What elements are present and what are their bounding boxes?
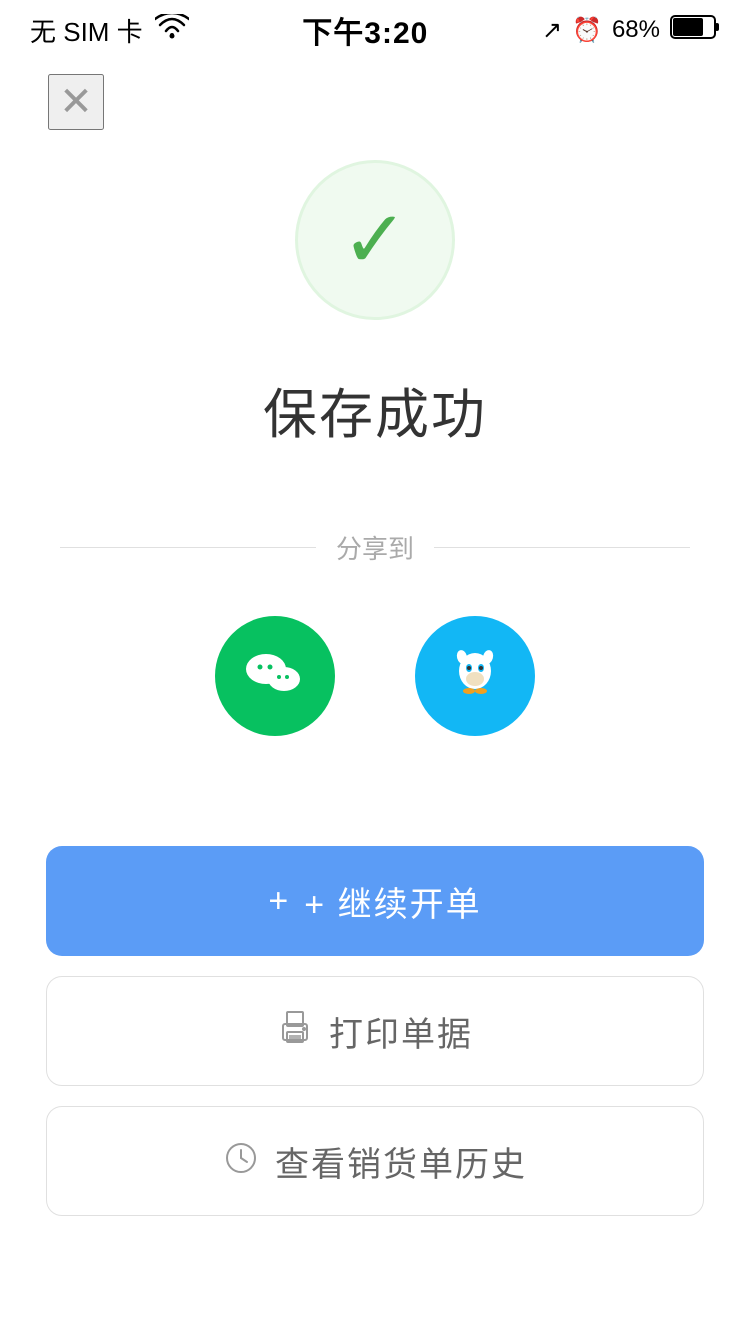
status-carrier: 无 SIM 卡 bbox=[30, 12, 189, 49]
share-label: 分享到 bbox=[336, 529, 414, 566]
alarm-icon: ⏰ bbox=[572, 16, 602, 45]
status-time: 下午3:20 bbox=[302, 8, 428, 52]
status-indicators: ↗ ⏰ 68% bbox=[542, 14, 720, 47]
clock-icon bbox=[223, 1140, 259, 1182]
printer-icon bbox=[277, 1010, 313, 1052]
share-icons-row bbox=[60, 616, 690, 736]
checkmark-icon: ✓ bbox=[341, 200, 408, 280]
qq-icon bbox=[440, 641, 510, 711]
actions-section: + + 继续开单 打印单据 bbox=[0, 846, 750, 1216]
qq-share-button[interactable] bbox=[415, 616, 535, 736]
history-label: 查看销货单历史 bbox=[275, 1137, 527, 1186]
carrier-text: 无 SIM 卡 bbox=[30, 12, 143, 49]
print-button[interactable]: 打印单据 bbox=[46, 976, 704, 1086]
success-circle: ✓ bbox=[295, 160, 455, 320]
share-section: 分享到 bbox=[0, 529, 750, 756]
success-title: 保存成功 bbox=[263, 370, 487, 449]
plus-icon: + bbox=[268, 884, 288, 918]
divider-left bbox=[60, 547, 316, 548]
history-button[interactable]: 查看销货单历史 bbox=[46, 1106, 704, 1216]
battery-percent: 68% bbox=[612, 16, 660, 44]
wechat-share-button[interactable] bbox=[215, 616, 335, 736]
main-content: ✓ 保存成功 分享到 bbox=[0, 60, 750, 1216]
location-icon: ↗ bbox=[542, 16, 562, 45]
wifi-icon bbox=[155, 14, 189, 47]
battery-icon bbox=[670, 14, 720, 47]
wechat-icon bbox=[240, 641, 310, 711]
continue-button[interactable]: + + 继续开单 bbox=[46, 846, 704, 956]
print-label: 打印单据 bbox=[329, 1007, 473, 1056]
share-divider: 分享到 bbox=[60, 529, 690, 566]
close-button[interactable]: ✕ bbox=[48, 74, 104, 130]
divider-right bbox=[434, 547, 690, 548]
continue-label: + 继续开单 bbox=[304, 877, 481, 926]
status-bar: 无 SIM 卡 下午3:20 ↗ ⏰ 68% bbox=[0, 0, 750, 60]
close-icon: ✕ bbox=[59, 82, 93, 122]
